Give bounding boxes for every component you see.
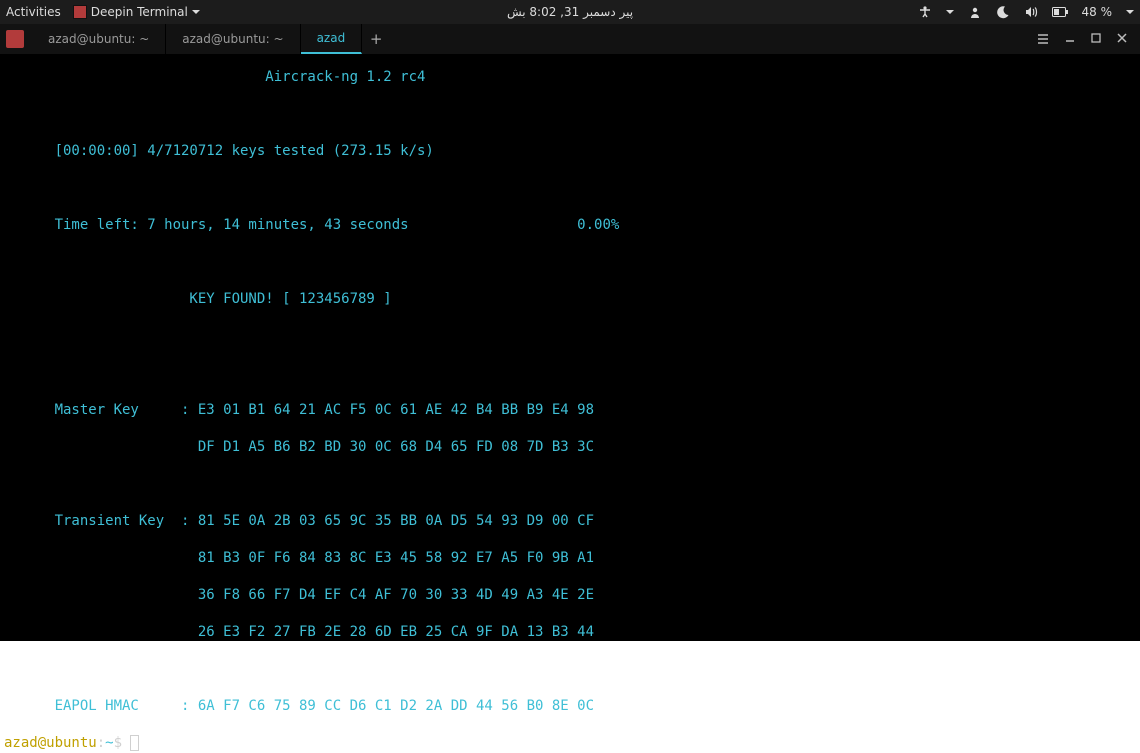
battery-percent: 48 %	[1082, 5, 1113, 19]
gnome-topbar: Activities Deepin Terminal پیر دسمبر 31,…	[0, 0, 1140, 24]
tab-2[interactable]: azad@ubuntu: ~	[166, 24, 300, 54]
tab-3[interactable]: azad	[301, 24, 363, 54]
time-left-line: Time left: 7 hours, 14 minutes, 43 secon…	[4, 216, 1136, 235]
transient-key-line-1: Transient Key : 81 5E 0A 2B 03 65 9C 35 …	[4, 512, 1136, 531]
tab-strip: azad@ubuntu: ~ azad@ubuntu: ~ azad +	[32, 24, 390, 54]
clock[interactable]: پیر دسمبر 31, 8:02 بش	[507, 5, 633, 19]
tab-label: azad	[317, 31, 346, 45]
prompt-userhost: azad@ubuntu	[4, 735, 97, 751]
key-found-line: KEY FOUND! [ 123456789 ]	[4, 290, 1136, 309]
master-key-line-2: DF D1 A5 B6 B2 BD 30 0C 68 D4 65 FD 08 7…	[4, 438, 1136, 457]
prompt-symbol: $	[114, 735, 122, 751]
eapol-hmac-line: EAPOL HMAC : 6A F7 C6 75 89 CC D6 C1 D2 …	[4, 697, 1136, 716]
night-icon[interactable]	[996, 5, 1010, 19]
menu-button[interactable]	[1036, 32, 1050, 46]
minimize-button[interactable]	[1064, 32, 1076, 46]
tab-label: azad@ubuntu: ~	[182, 32, 283, 46]
cursor	[130, 735, 139, 751]
transient-key-line-2: 81 B3 0F F6 84 83 8C E3 45 58 92 E7 A5 F…	[4, 549, 1136, 568]
volume-icon[interactable]	[1024, 5, 1038, 19]
chevron-down-icon	[1126, 10, 1134, 14]
keys-tested-line: [00:00:00] 4/7120712 keys tested (273.15…	[4, 142, 1136, 161]
chevron-down-icon	[192, 10, 200, 14]
terminal-viewport[interactable]: Aircrack-ng 1.2 rc4 [00:00:00] 4/7120712…	[0, 54, 1140, 641]
transient-key-line-3: 36 F8 66 F7 D4 EF C4 AF 70 30 33 4D 49 A…	[4, 586, 1136, 605]
prompt-path: ~	[105, 735, 113, 751]
transient-key-line-4: 26 E3 F2 27 FB 2E 28 6D EB 25 CA 9F DA 1…	[4, 623, 1136, 642]
maximize-button[interactable]	[1090, 32, 1102, 46]
app-menu-label: Deepin Terminal	[91, 5, 188, 19]
tab-1[interactable]: azad@ubuntu: ~	[32, 24, 166, 54]
chevron-down-icon	[946, 10, 954, 14]
app-menu[interactable]: Deepin Terminal	[73, 5, 200, 19]
close-button[interactable]	[1116, 32, 1128, 46]
desktop: Activities Deepin Terminal پیر دسمبر 31,…	[0, 0, 1140, 641]
user-icon[interactable]	[968, 5, 982, 19]
terminal-titlebar: azad@ubuntu: ~ azad@ubuntu: ~ azad +	[0, 24, 1140, 54]
terminal-app-icon	[6, 30, 24, 48]
activities-button[interactable]: Activities	[6, 5, 61, 19]
accessibility-icon[interactable]	[918, 5, 932, 19]
prompt-line: azad@ubuntu:~$	[4, 734, 1136, 753]
battery-icon[interactable]	[1052, 7, 1068, 17]
tab-label: azad@ubuntu: ~	[48, 32, 149, 46]
tab-add-button[interactable]: +	[362, 24, 390, 54]
terminal-icon	[73, 5, 87, 19]
master-key-line-1: Master Key : E3 01 B1 64 21 AC F5 0C 61 …	[4, 401, 1136, 420]
aircrack-title: Aircrack-ng 1.2 rc4	[4, 68, 1136, 87]
